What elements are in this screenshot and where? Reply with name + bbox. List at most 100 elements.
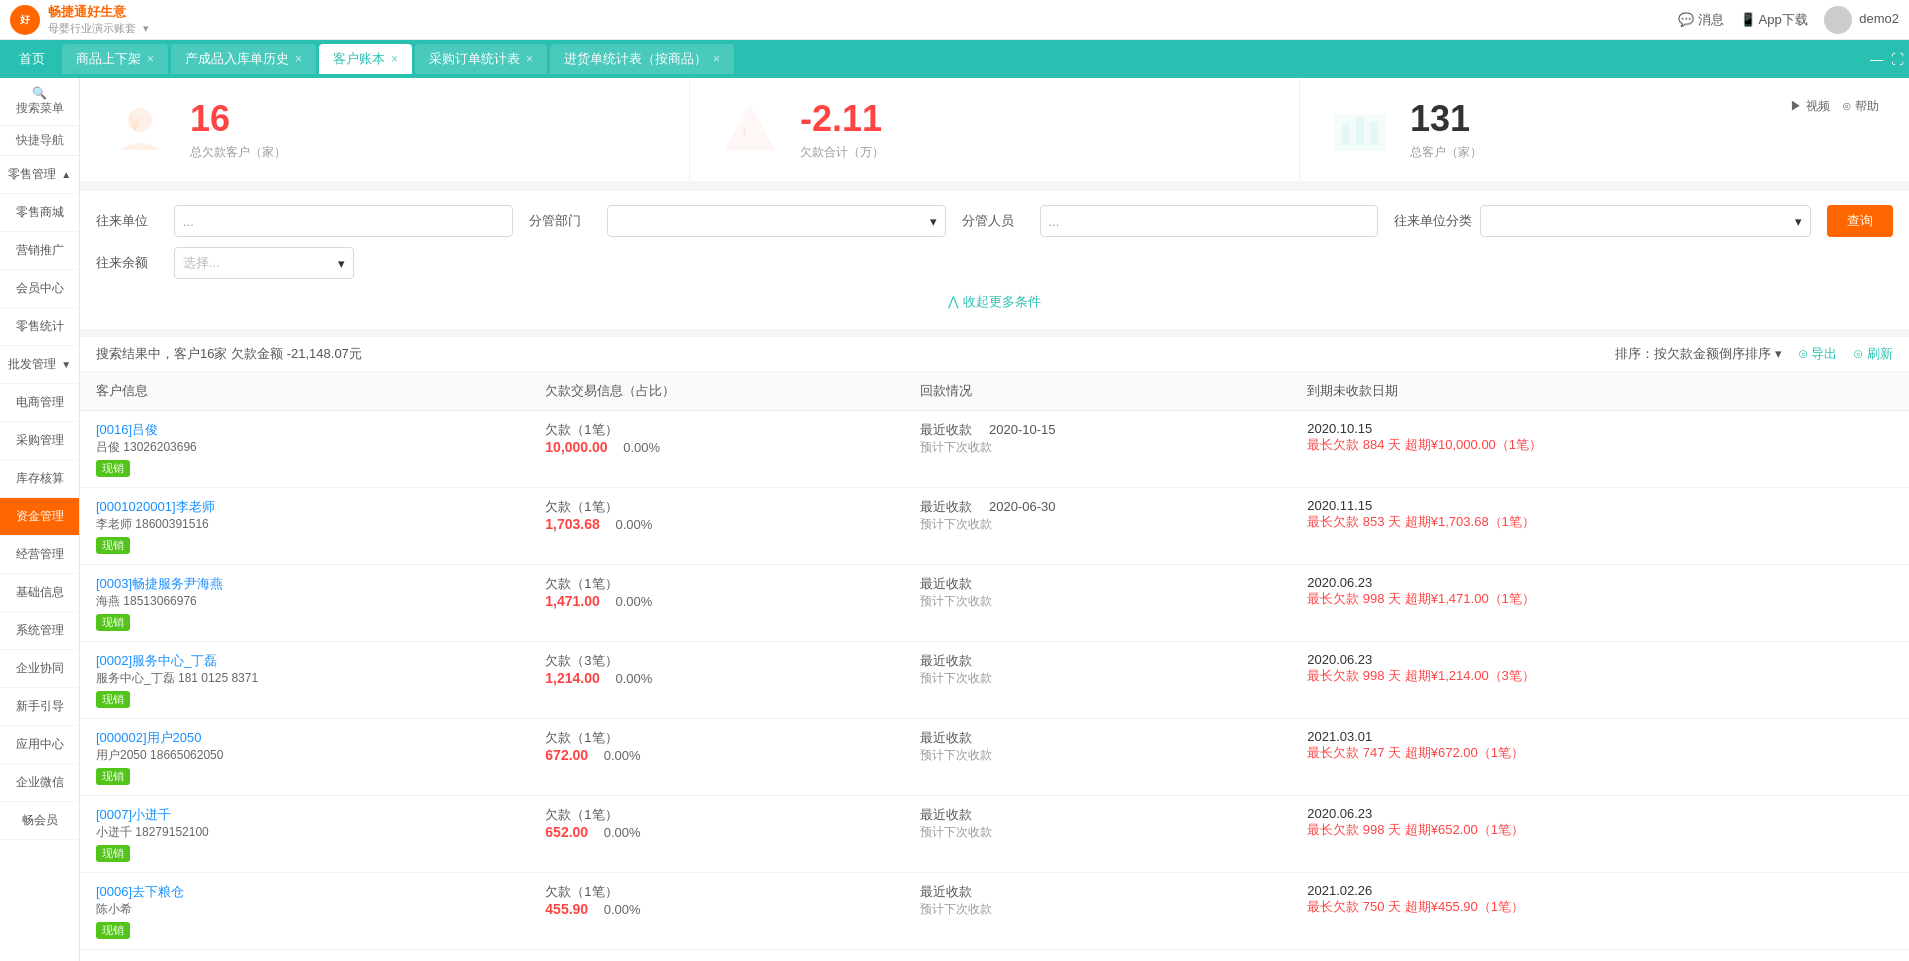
sidebar-item-finance[interactable]: 资金管理 <box>0 498 79 536</box>
last-payment: 最近收款 <box>920 575 1275 593</box>
customer-name-link[interactable]: [0003]畅捷服务尹海燕 <box>96 575 513 593</box>
tab-product-history[interactable]: 产成品入库单历史 × <box>171 44 316 74</box>
balance-placeholder: 选择... <box>183 254 220 272</box>
customer-name-link[interactable]: [0001020001]李老师 <box>96 498 513 516</box>
customer-name-link[interactable]: [0002]服务中心_丁磊 <box>96 652 513 670</box>
customer-name-link[interactable]: [0006]去下粮仓 <box>96 883 513 901</box>
view-video-btn[interactable]: ▶ 视频 <box>1790 98 1829 115</box>
debt-count: 欠款（1笔） <box>545 421 888 439</box>
close-purchase-order-icon[interactable]: × <box>526 52 533 66</box>
close-goods-icon[interactable]: × <box>147 52 154 66</box>
dept-select[interactable]: ▾ <box>607 205 946 237</box>
app-download-btn[interactable]: 📱 App下载 <box>1740 11 1808 29</box>
sidebar-item-purchase[interactable]: 采购管理 <box>0 422 79 460</box>
sidebar-item-operations[interactable]: 经营管理 <box>0 536 79 574</box>
overdue-info: 最长欠款 747 天 超期¥672.00（1笔） <box>1307 744 1893 762</box>
debt-percent: 0.00% <box>604 825 641 840</box>
sidebar-item-vip[interactable]: 畅会员 <box>0 802 79 840</box>
next-payment: 预计下次收款 <box>920 824 1275 841</box>
close-product-history-icon[interactable]: × <box>295 52 302 66</box>
last-payment: 最近收款 2020-10-15 <box>920 421 1275 439</box>
overdue-link[interactable]: 超期¥1,703.68（1笔） <box>1405 514 1535 529</box>
debt-count: 欠款（1笔） <box>545 729 888 747</box>
sidebar-item-inventory[interactable]: 库存核算 <box>0 460 79 498</box>
sidebar-quick-nav[interactable]: 快捷导航 <box>0 126 79 156</box>
debt-amount[interactable]: 1,703.68 <box>545 516 600 532</box>
tab-minimize-icon[interactable]: — <box>1870 52 1883 67</box>
sidebar-search[interactable]: 🔍 搜索菜单 <box>0 78 79 126</box>
sidebar-item-retail-mgmt[interactable]: 零售管理 ▲ <box>0 156 79 194</box>
message-btn[interactable]: 💬 消息 <box>1678 11 1724 29</box>
sidebar-item-retail-stats[interactable]: 零售统计 <box>0 308 79 346</box>
table-row: [000002]用户2050 用户2050 18665062050 现销 欠款（… <box>80 719 1909 796</box>
overdue-link[interactable]: 超期¥652.00（1笔） <box>1405 822 1524 837</box>
tab-home[interactable]: 首页 <box>5 44 59 74</box>
export-btn[interactable]: ⊙ 导出 <box>1798 345 1838 363</box>
sidebar-item-system[interactable]: 系统管理 <box>0 612 79 650</box>
help-btn[interactable]: ⊙ 帮助 <box>1842 98 1879 115</box>
customer-tag: 现销 <box>96 845 130 862</box>
overdue-link[interactable]: 超期¥1,471.00（1笔） <box>1405 591 1535 606</box>
overdue-info: 最长欠款 998 天 超期¥1,471.00（1笔） <box>1307 590 1893 608</box>
tab-goods[interactable]: 商品上下架 × <box>62 44 168 74</box>
total-customers-icon <box>1330 100 1390 160</box>
close-inbound-stats-icon[interactable]: × <box>713 52 720 66</box>
sidebar-item-enterprise[interactable]: 企业协同 <box>0 650 79 688</box>
return-status-cell: 最近收款 2020-06-30 预计下次收款 <box>904 488 1291 565</box>
collapse-btn[interactable]: ⋀ 收起更多条件 <box>96 289 1893 315</box>
sidebar-item-retail-mall[interactable]: 零售商城 <box>0 194 79 232</box>
last-payment: 最近收款 <box>920 883 1275 901</box>
user-avatar[interactable]: demo2 <box>1824 6 1899 34</box>
sort-label[interactable]: 排序：按欠款金额倒序排序 ▾ <box>1615 345 1782 363</box>
unit-class-filter: 往来单位分类 ▾ <box>1394 205 1811 237</box>
sidebar-item-app-center[interactable]: 应用中心 <box>0 726 79 764</box>
debt-amount[interactable]: 1,471.00 <box>545 593 600 609</box>
overdue-info: 最长欠款 750 天 超期¥455.90（1笔） <box>1307 898 1893 916</box>
close-customer-account-icon[interactable]: × <box>391 52 398 66</box>
debt-amount[interactable]: 10,000.00 <box>545 439 607 455</box>
sidebar-item-ecommerce[interactable]: 电商管理 <box>0 384 79 422</box>
tab-purchase-order[interactable]: 采购订单统计表 × <box>415 44 547 74</box>
overdue-date-cell: 2021.02.26 最长欠款 750 天 超期¥455.90（1笔） <box>1291 873 1909 950</box>
main-layout: 🔍 搜索菜单 快捷导航 零售管理 ▲ 零售商城 营销推广 会员中心 零售统计 批… <box>0 78 1909 961</box>
table-row: [0007]小迸千 小迸千 18279152100 现销 欠款（1笔） 652.… <box>80 796 1909 873</box>
sidebar-item-member[interactable]: 会员中心 <box>0 270 79 308</box>
person-input[interactable]: ... <box>1040 205 1379 237</box>
debtors-icon: ¥ <box>110 100 170 160</box>
tab-maximize-icon[interactable]: ⛶ <box>1891 52 1904 67</box>
company-selector[interactable]: 母婴行业演示账套 ▾ <box>48 21 149 36</box>
customer-tag: 现销 <box>96 460 130 477</box>
customer-name-link[interactable]: [0016]吕俊 <box>96 421 513 439</box>
balance-select[interactable]: 选择... ▾ <box>174 247 354 279</box>
customer-phone: 小迸千 18279152100 <box>96 824 513 841</box>
debt-amount[interactable]: 652.00 <box>545 824 588 840</box>
debt-amount[interactable]: 455.90 <box>545 901 588 917</box>
sidebar-item-basic-info[interactable]: 基础信息 <box>0 574 79 612</box>
overdue-link[interactable]: 超期¥1,214.00（3笔） <box>1405 668 1535 683</box>
sidebar-item-newbie[interactable]: 新手引导 <box>0 688 79 726</box>
help-icon: ⊙ <box>1842 99 1852 113</box>
refresh-btn[interactable]: ⊙ 刷新 <box>1853 345 1893 363</box>
overdue-link[interactable]: 超期¥10,000.00（1笔） <box>1405 437 1542 452</box>
stat-total-customers: 131 总客户（家） ▶ 视频 ⊙ 帮助 <box>1300 78 1909 181</box>
message-icon: 💬 <box>1678 12 1694 27</box>
balance-label: 往来余额 <box>96 254 166 272</box>
sidebar-item-marketing[interactable]: 营销推广 <box>0 232 79 270</box>
sidebar-item-batch-mgmt[interactable]: 批发管理 ▼ <box>0 346 79 384</box>
return-date: 2020-10-15 <box>976 422 1056 437</box>
debt-amount[interactable]: 672.00 <box>545 747 588 763</box>
customer-table: 客户信息 欠款交易信息（占比） 回款情况 到期未收款日期 [0016]吕俊 吕俊… <box>80 372 1909 961</box>
overdue-link[interactable]: 超期¥455.90（1笔） <box>1405 899 1524 914</box>
customer-name-link[interactable]: [000002]用户2050 <box>96 729 513 747</box>
tab-customer-account[interactable]: 客户账本 × <box>319 44 412 74</box>
return-label: 最近收款 <box>920 576 972 591</box>
unit-class-select[interactable]: ▾ <box>1480 205 1811 237</box>
search-button[interactable]: 查询 <box>1827 205 1893 237</box>
tab-inbound-stats[interactable]: 进货单统计表（按商品） × <box>550 44 734 74</box>
source-unit-input[interactable]: ... <box>174 205 513 237</box>
overdue-info: 最长欠款 998 天 超期¥652.00（1笔） <box>1307 821 1893 839</box>
debt-amount[interactable]: 1,214.00 <box>545 670 600 686</box>
customer-name-link[interactable]: [0007]小迸千 <box>96 806 513 824</box>
sidebar-item-wecom[interactable]: 企业微信 <box>0 764 79 802</box>
overdue-link[interactable]: 超期¥672.00（1笔） <box>1405 745 1524 760</box>
